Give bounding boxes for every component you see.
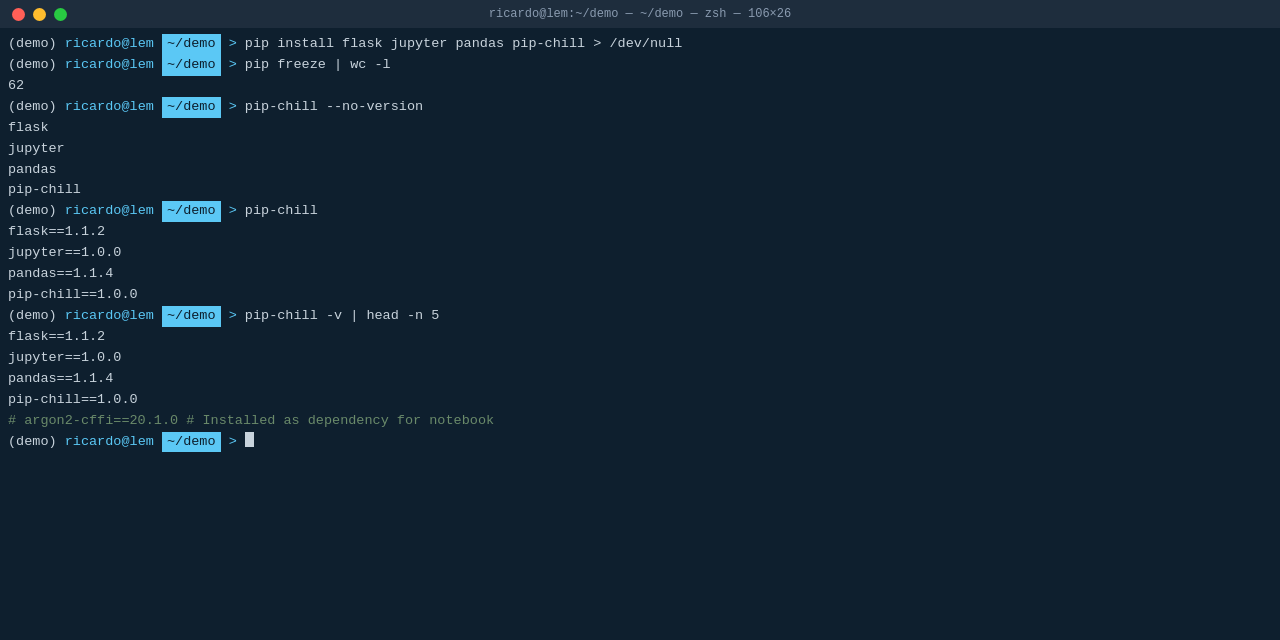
prompt-dir: ~/demo (162, 432, 221, 453)
terminal-line: (demo) ricardo@lem ~/demo > pip freeze |… (8, 55, 1272, 76)
output-line: flask==1.1.2 (8, 327, 1272, 348)
prompt-dir: ~/demo (162, 55, 221, 76)
prompt-arrow: > (221, 55, 237, 76)
terminal-line: (demo) ricardo@lem ~/demo > pip install … (8, 34, 1272, 55)
output-line: pandas==1.1.4 (8, 369, 1272, 390)
prompt-separator (154, 55, 162, 76)
minimize-button[interactable] (33, 8, 46, 21)
prompt-separator (154, 306, 162, 327)
prompt-command: pip-chill -v | head -n 5 (237, 306, 440, 327)
prompt-arrow: > (221, 201, 237, 222)
output-line: jupyter==1.0.0 (8, 243, 1272, 264)
output-line: 62 (8, 76, 1272, 97)
output-line: jupyter (8, 139, 1272, 160)
terminal-line: (demo) ricardo@lem ~/demo > pip-chill -v… (8, 306, 1272, 327)
prompt-command: pip freeze | wc -l (237, 55, 391, 76)
output-line: flask==1.1.2 (8, 222, 1272, 243)
prompt-arrow: > (221, 97, 237, 118)
prompt-user: ricardo@lem (65, 201, 154, 222)
prompt-separator (154, 201, 162, 222)
prompt-space (237, 432, 245, 453)
prompt-arrow: > (221, 34, 237, 55)
prompt-env: (demo) (8, 97, 65, 118)
prompt-user: ricardo@lem (65, 97, 154, 118)
prompt-user: ricardo@lem (65, 306, 154, 327)
terminal-body[interactable]: (demo) ricardo@lem ~/demo > pip install … (0, 28, 1280, 640)
terminal-line: (demo) ricardo@lem ~/demo > pip-chill (8, 201, 1272, 222)
maximize-button[interactable] (54, 8, 67, 21)
prompt-dir: ~/demo (162, 201, 221, 222)
prompt-separator (154, 432, 162, 453)
prompt-command: pip-chill --no-version (237, 97, 423, 118)
prompt-dir: ~/demo (162, 306, 221, 327)
prompt-env: (demo) (8, 306, 65, 327)
prompt-dir: ~/demo (162, 34, 221, 55)
close-button[interactable] (12, 8, 25, 21)
prompt-user: ricardo@lem (65, 34, 154, 55)
prompt-arrow: > (221, 432, 237, 453)
terminal-line: (demo) ricardo@lem ~/demo > (8, 432, 1272, 453)
terminal-line: (demo) ricardo@lem ~/demo > pip-chill --… (8, 97, 1272, 118)
titlebar: ricardo@lem:~/demo — ~/demo — zsh — 106×… (0, 0, 1280, 28)
prompt-command: pip-chill (237, 201, 318, 222)
traffic-lights (12, 8, 67, 21)
terminal-cursor (245, 432, 254, 447)
prompt-env: (demo) (8, 55, 65, 76)
output-line: jupyter==1.0.0 (8, 348, 1272, 369)
output-line: flask (8, 118, 1272, 139)
prompt-env: (demo) (8, 201, 65, 222)
terminal-window: ricardo@lem:~/demo — ~/demo — zsh — 106×… (0, 0, 1280, 640)
output-line: pip-chill==1.0.0 (8, 390, 1272, 411)
prompt-arrow: > (221, 306, 237, 327)
output-line: pip-chill==1.0.0 (8, 285, 1272, 306)
prompt-separator (154, 97, 162, 118)
output-comment-line: # argon2-cffi==20.1.0 # Installed as dep… (8, 411, 1272, 432)
output-line: pandas==1.1.4 (8, 264, 1272, 285)
prompt-separator (154, 34, 162, 55)
output-line: pandas (8, 160, 1272, 181)
prompt-user: ricardo@lem (65, 432, 154, 453)
prompt-env: (demo) (8, 34, 65, 55)
prompt-env: (demo) (8, 432, 65, 453)
window-title: ricardo@lem:~/demo — ~/demo — zsh — 106×… (489, 7, 791, 21)
output-line: pip-chill (8, 180, 1272, 201)
prompt-dir: ~/demo (162, 97, 221, 118)
prompt-user: ricardo@lem (65, 55, 154, 76)
prompt-command: pip install flask jupyter pandas pip-chi… (237, 34, 683, 55)
